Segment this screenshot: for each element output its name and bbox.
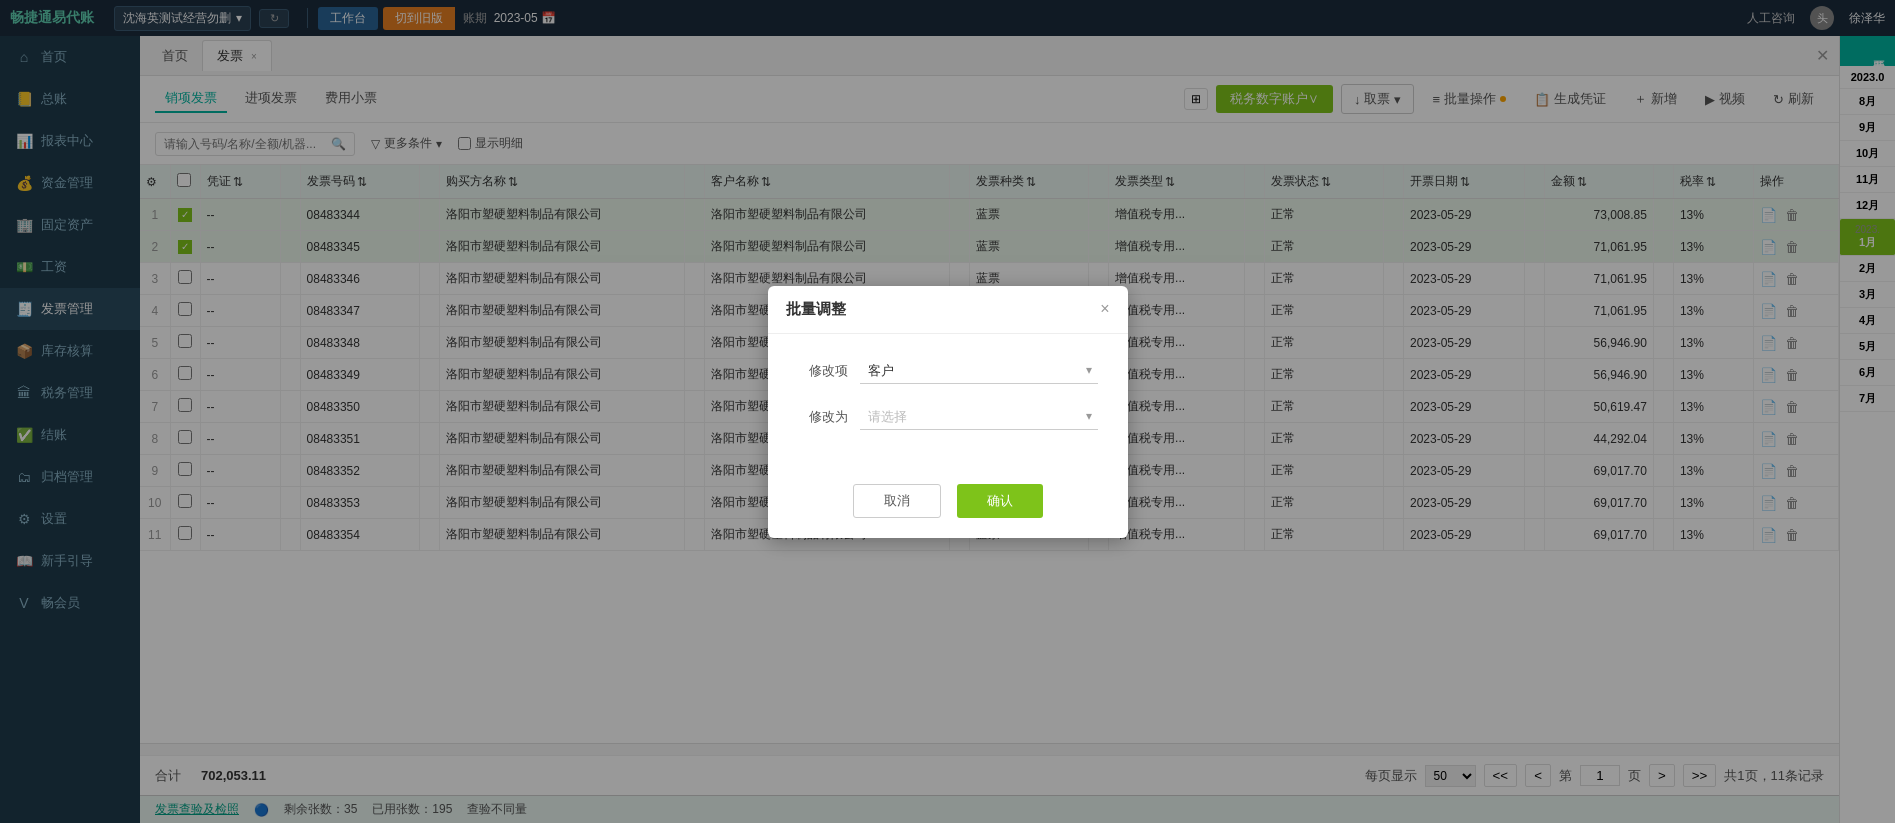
modal-close-btn[interactable]: ×	[1100, 300, 1109, 318]
modify-item-row: 修改项 客户 发票类型 税率 备注 ▾	[798, 358, 1098, 384]
modify-to-select-wrapper[interactable]: 请选择 ▾	[860, 404, 1098, 430]
modify-to-select[interactable]: 请选择	[860, 404, 1098, 429]
modal-body: 修改项 客户 发票类型 税率 备注 ▾ 修改为 请选择	[768, 334, 1128, 474]
modify-to-label: 修改为	[798, 408, 848, 426]
modify-item-select[interactable]: 客户 发票类型 税率 备注	[860, 358, 1098, 383]
modify-item-select-wrapper[interactable]: 客户 发票类型 税率 备注 ▾	[860, 358, 1098, 384]
modify-to-row: 修改为 请选择 ▾	[798, 404, 1098, 430]
modal-overlay: 批量调整 × 修改项 客户 发票类型 税率 备注 ▾ 修改为	[0, 0, 1895, 823]
modal-header: 批量调整 ×	[768, 286, 1128, 334]
modal-title: 批量调整	[786, 300, 846, 319]
batch-adjust-modal: 批量调整 × 修改项 客户 发票类型 税率 备注 ▾ 修改为	[768, 286, 1128, 538]
modal-footer: 取消 确认	[768, 474, 1128, 538]
confirm-btn[interactable]: 确认	[957, 484, 1043, 518]
modify-item-label: 修改项	[798, 362, 848, 380]
cancel-btn[interactable]: 取消	[853, 484, 941, 518]
